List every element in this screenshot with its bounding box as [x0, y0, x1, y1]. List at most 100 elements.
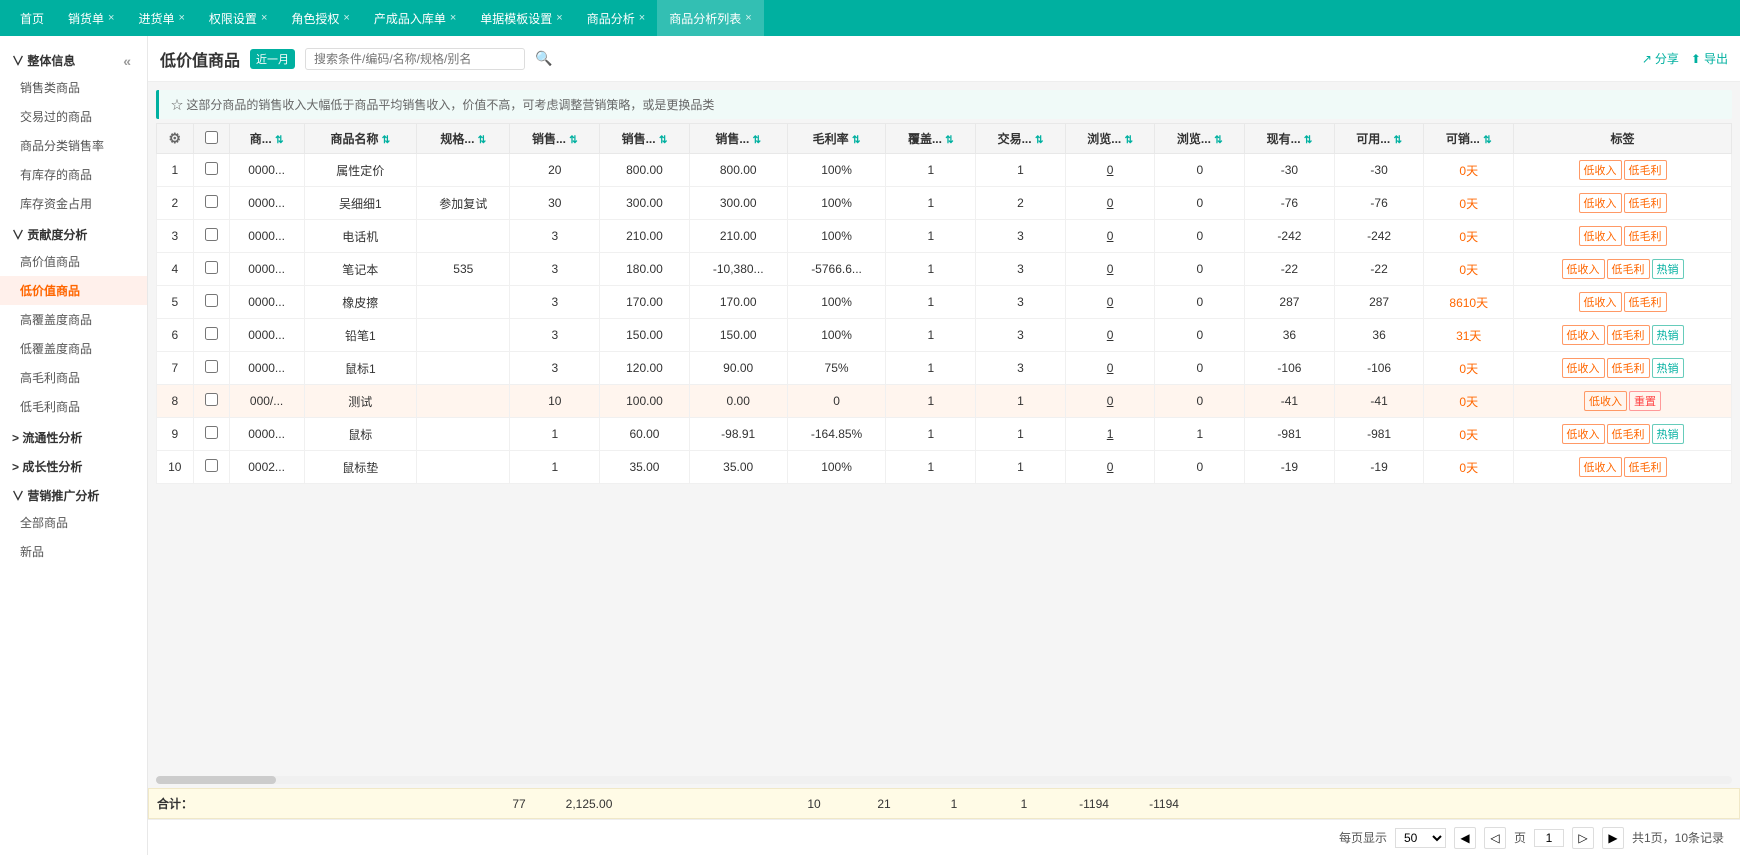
sidebar-item-high-coverage[interactable]: 高覆盖度商品 — [0, 305, 147, 334]
cell-checkbox[interactable] — [193, 286, 229, 319]
col-gross-rate[interactable]: 毛利率 ⇅ — [787, 124, 886, 154]
nav-product-warehousing[interactable]: 产成品入库单 × — [362, 0, 468, 36]
sidebar-item-high-margin[interactable]: 高毛利商品 — [0, 363, 147, 392]
select-all-checkbox[interactable] — [205, 131, 218, 144]
col-available-stock[interactable]: 可用... ⇅ — [1334, 124, 1424, 154]
nav-close-icon[interactable]: × — [639, 12, 645, 24]
nav-close-icon[interactable]: × — [261, 12, 267, 24]
product-table-container[interactable]: ⚙ 商... ⇅ 商品名称 ⇅ 规格... ⇅ 销售... ⇅ 销售... ⇅ … — [156, 123, 1732, 776]
cell-browse1[interactable]: 0 — [1065, 253, 1155, 286]
row-checkbox[interactable] — [205, 360, 218, 373]
nav-template-setting[interactable]: 单据模板设置 × — [468, 0, 574, 36]
sidebar-section-marketing[interactable]: ∨ 营销推广分析 — [0, 479, 147, 508]
row-checkbox[interactable] — [205, 294, 218, 307]
share-button[interactable]: ↗ 分享 — [1642, 50, 1679, 67]
col-sale-qty[interactable]: 销售... ⇅ — [510, 124, 600, 154]
cell-browse1[interactable]: 0 — [1065, 319, 1155, 352]
cell-checkbox[interactable] — [193, 385, 229, 418]
first-page-button[interactable]: ◀ — [1454, 827, 1476, 849]
sidebar-section-circulation[interactable]: > 流通性分析 — [0, 421, 147, 450]
cell-checkbox[interactable] — [193, 451, 229, 484]
browse-link[interactable]: 0 — [1107, 394, 1114, 408]
row-checkbox[interactable] — [205, 393, 218, 406]
nav-product-analysis-list[interactable]: 商品分析列表 × — [657, 0, 763, 36]
time-badge[interactable]: 近一月 — [250, 49, 295, 69]
browse-link[interactable]: 0 — [1107, 460, 1114, 474]
nav-role-auth[interactable]: 角色授权 × — [279, 0, 361, 36]
nav-close-icon[interactable]: × — [108, 12, 114, 24]
sidebar-item-category-sales-rate[interactable]: 商品分类销售率 — [0, 131, 147, 160]
row-checkbox[interactable] — [205, 327, 218, 340]
horizontal-scrollbar[interactable] — [156, 776, 1732, 784]
sidebar-item-stock-goods[interactable]: 有库存的商品 — [0, 160, 147, 189]
cell-browse1[interactable]: 0 — [1065, 154, 1155, 187]
page-number-input[interactable] — [1534, 829, 1564, 847]
browse-link[interactable]: 0 — [1107, 328, 1114, 342]
cell-browse1[interactable]: 0 — [1065, 385, 1155, 418]
nav-close-icon[interactable]: × — [556, 12, 562, 24]
nav-close-icon[interactable]: × — [745, 12, 751, 24]
cell-checkbox[interactable] — [193, 154, 229, 187]
cell-browse1[interactable]: 0 — [1065, 352, 1155, 385]
cell-checkbox[interactable] — [193, 319, 229, 352]
browse-link[interactable]: 0 — [1107, 262, 1114, 276]
row-checkbox[interactable] — [205, 162, 218, 175]
col-trade[interactable]: 交易... ⇅ — [976, 124, 1066, 154]
cell-checkbox[interactable] — [193, 187, 229, 220]
last-page-button[interactable]: ▶ — [1602, 827, 1624, 849]
cell-browse1[interactable]: 0 — [1065, 187, 1155, 220]
browse-link[interactable]: 0 — [1107, 361, 1114, 375]
cell-checkbox[interactable] — [193, 352, 229, 385]
col-spec[interactable]: 规格... ⇅ — [417, 124, 510, 154]
sidebar-item-low-coverage[interactable]: 低覆盖度商品 — [0, 334, 147, 363]
row-checkbox[interactable] — [205, 228, 218, 241]
prev-page-button[interactable]: ◁ — [1484, 827, 1506, 849]
col-browse1[interactable]: 浏览... ⇅ — [1065, 124, 1155, 154]
col-salable-days[interactable]: 可销... ⇅ — [1424, 124, 1514, 154]
nav-home[interactable]: 首页 — [8, 0, 56, 36]
nav-sales-order[interactable]: 销货单 × — [56, 0, 126, 36]
sidebar-section-contribution[interactable]: ∨ 贡献度分析 — [0, 218, 147, 247]
col-settings[interactable]: ⚙ — [157, 124, 194, 154]
col-coverage[interactable]: 覆盖... ⇅ — [886, 124, 976, 154]
export-button[interactable]: ⬆ 导出 — [1691, 50, 1728, 67]
col-current-stock[interactable]: 现有... ⇅ — [1245, 124, 1335, 154]
nav-product-analysis[interactable]: 商品分析 × — [575, 0, 657, 36]
browse-link[interactable]: 0 — [1107, 163, 1114, 177]
search-input[interactable] — [305, 48, 525, 70]
cell-browse1[interactable]: 0 — [1065, 220, 1155, 253]
cell-checkbox[interactable] — [193, 418, 229, 451]
nav-close-icon[interactable]: × — [178, 12, 184, 24]
row-checkbox[interactable] — [205, 195, 218, 208]
cell-checkbox[interactable] — [193, 253, 229, 286]
cell-browse1[interactable]: 0 — [1065, 286, 1155, 319]
col-browse2[interactable]: 浏览... ⇅ — [1155, 124, 1245, 154]
next-page-button[interactable]: ▷ — [1572, 827, 1594, 849]
sidebar-section-growth[interactable]: > 成长性分析 — [0, 450, 147, 479]
col-tags[interactable]: 标签 — [1514, 124, 1732, 154]
col-sale-profit[interactable]: 销售... ⇅ — [689, 124, 787, 154]
col-checkbox[interactable] — [193, 124, 229, 154]
sidebar-item-low-value[interactable]: 低价值商品 — [0, 276, 147, 305]
nav-permission-setting[interactable]: 权限设置 × — [197, 0, 279, 36]
nav-purchase-order[interactable]: 进货单 × — [126, 0, 196, 36]
sidebar-item-traded-goods[interactable]: 交易过的商品 — [0, 102, 147, 131]
row-checkbox[interactable] — [205, 459, 218, 472]
sidebar-item-new-goods[interactable]: 新品 — [0, 537, 147, 566]
cell-browse1[interactable]: 0 — [1065, 451, 1155, 484]
row-checkbox[interactable] — [205, 261, 218, 274]
nav-close-icon[interactable]: × — [343, 12, 349, 24]
settings-icon[interactable]: ⚙ — [169, 130, 182, 146]
sidebar-item-high-value[interactable]: 高价值商品 — [0, 247, 147, 276]
scrollbar-thumb[interactable] — [156, 776, 276, 784]
cell-browse1[interactable]: 1 — [1065, 418, 1155, 451]
row-checkbox[interactable] — [205, 426, 218, 439]
col-sale-amount[interactable]: 销售... ⇅ — [600, 124, 690, 154]
nav-close-icon[interactable]: × — [450, 12, 456, 24]
col-code[interactable]: 商... ⇅ — [229, 124, 304, 154]
sidebar-item-stock-capital[interactable]: 库存资金占用 — [0, 189, 147, 218]
sidebar-item-all-goods[interactable]: 全部商品 — [0, 508, 147, 537]
browse-link[interactable]: 0 — [1107, 196, 1114, 210]
page-size-select[interactable]: 50 100 200 — [1395, 828, 1446, 848]
collapse-icon[interactable]: « — [123, 53, 131, 69]
